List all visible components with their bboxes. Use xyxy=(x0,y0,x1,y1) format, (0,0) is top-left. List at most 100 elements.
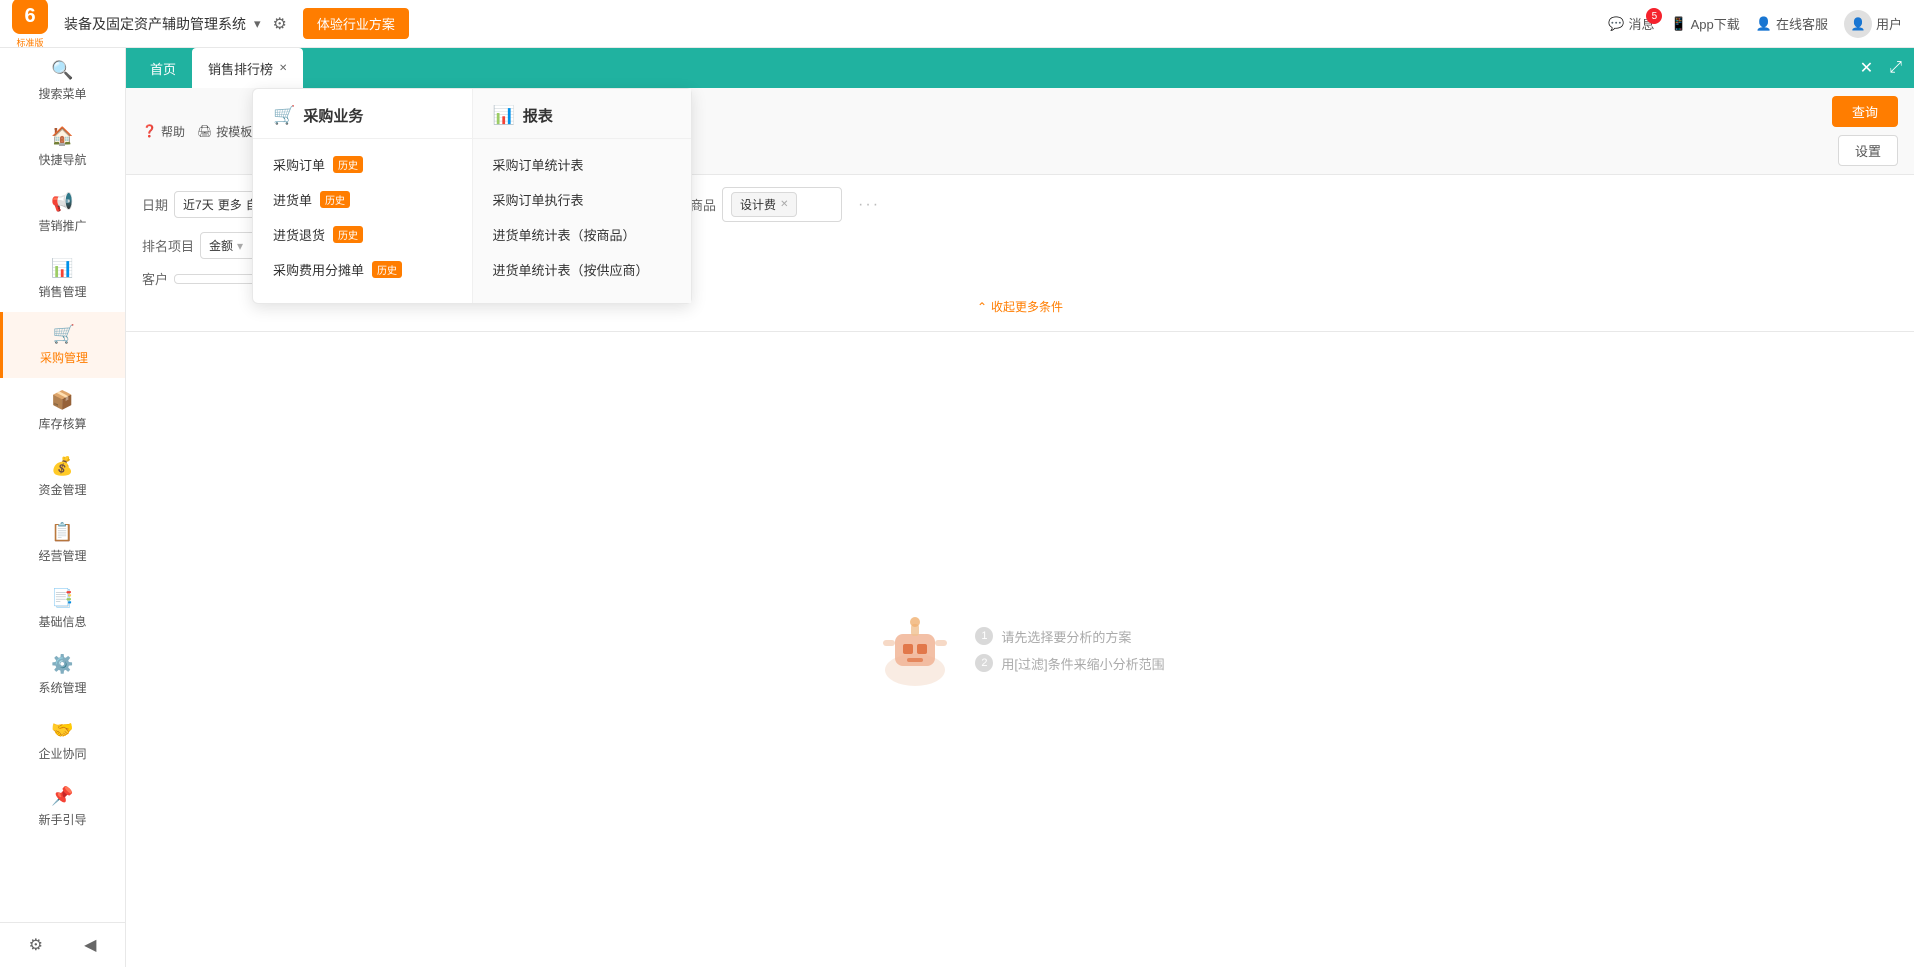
print-icon: 🖨 xyxy=(197,124,212,138)
tab-close-icon[interactable]: ✕ xyxy=(279,63,287,74)
report-col-header: 📊 报表 xyxy=(473,105,692,139)
hint-text-2: 用[过滤]条件来缩小分析范围 xyxy=(1001,654,1164,673)
main-content: 1 请先选择要分析的方案 2 用[过滤]条件来缩小分析范围 xyxy=(126,332,1914,967)
goods-tag-text: 设计费 xyxy=(740,196,776,213)
tab-home-label: 首页 xyxy=(150,59,176,78)
collapse-button[interactable]: ⌃ 收起更多条件 xyxy=(977,298,1063,315)
sidebar-label-operation: 经营管理 xyxy=(38,547,86,564)
top-right: 💬 消息 5 📱 App下载 👤 在线客服 👤 用户 xyxy=(1608,10,1902,38)
sidebar-settings-icon[interactable]: ⚙ xyxy=(29,935,43,955)
sidebar-item-sales[interactable]: 📊 销售管理 xyxy=(0,246,125,312)
settings-icon[interactable]: ⚙ xyxy=(273,14,287,34)
help-label: 帮助 xyxy=(161,123,185,140)
goods-tag: 设计费 ✕ xyxy=(731,192,797,217)
app-download-item[interactable]: 📱 App下载 xyxy=(1670,14,1739,33)
sidebar-item-operation[interactable]: 📋 经营管理 xyxy=(0,510,125,576)
sidebar-label-sales: 销售管理 xyxy=(38,283,86,300)
robot-svg xyxy=(875,610,955,690)
dropdown-item-purchase-order[interactable]: 采购订单 历史 xyxy=(253,147,472,182)
goods-input[interactable]: 设计费 ✕ xyxy=(722,187,842,222)
sidebar-item-search[interactable]: 🔍 搜索菜单 xyxy=(0,48,125,114)
sidebar-label-inventory: 库存核算 xyxy=(38,415,86,432)
tab-close-button[interactable]: ✕ xyxy=(1856,54,1877,82)
hint-num-2: 2 xyxy=(975,654,993,672)
logo-area: 6 标准版 xyxy=(12,0,48,49)
sidebar-item-purchase[interactable]: 🛒 采购管理 xyxy=(0,312,125,378)
tab-expand-button[interactable]: ⤢ xyxy=(1885,54,1906,82)
logo-icon: 6 xyxy=(12,0,48,34)
goods-label: 商品 xyxy=(690,195,716,214)
date-range-more[interactable]: 更多 xyxy=(218,196,242,213)
inventory-icon: 📦 xyxy=(51,390,73,411)
dropdown-item-delivery-by-goods[interactable]: 进货单统计表（按商品） xyxy=(473,217,692,252)
empty-robot-icon xyxy=(875,610,955,690)
purchase-dropdown-menu: 🛒 采购业务 采购订单 历史 进货单 历史 进货退货 历史 xyxy=(252,88,692,304)
date-label: 日期 xyxy=(142,195,168,214)
query-button[interactable]: 查询 xyxy=(1832,96,1898,127)
collab-icon: 🤝 xyxy=(51,720,73,741)
tab-bar-right: ✕ ⤢ xyxy=(1856,54,1906,82)
filter-more-dots-1[interactable]: ··· xyxy=(858,196,880,214)
tab-home[interactable]: 首页 xyxy=(134,48,192,88)
message-item[interactable]: 💬 消息 5 xyxy=(1608,14,1654,33)
sidebar-label-search: 搜索菜单 xyxy=(38,85,86,102)
dropdown-item-order-exec[interactable]: 采购订单执行表 xyxy=(473,182,692,217)
rank-caret-icon: ▾ xyxy=(237,239,243,253)
dropdown-item-return[interactable]: 进货退货 历史 xyxy=(253,217,472,252)
dropdown-item-delivery[interactable]: 进货单 历史 xyxy=(253,182,472,217)
set-button[interactable]: 设置 xyxy=(1838,135,1898,166)
item-label-return: 进货退货 xyxy=(273,225,325,244)
toolbar-right-group: 查询 设置 xyxy=(1832,96,1898,166)
main-area: 🔍 搜索菜单 🏠 快捷导航 📢 营销推广 📊 销售管理 🛒 采购管理 📦 xyxy=(0,48,1914,967)
dropdown-item-order-stats[interactable]: 采购订单统计表 xyxy=(473,147,692,182)
date-range-7days[interactable]: 近7天 xyxy=(183,196,214,213)
purchase-section-label: 采购业务 xyxy=(303,105,363,126)
collapse-label: 收起更多条件 xyxy=(991,298,1063,315)
system-dropdown-icon[interactable]: ▾ xyxy=(254,16,261,32)
system-icon: ⚙️ xyxy=(51,654,73,675)
industry-button[interactable]: 体验行业方案 xyxy=(303,8,409,39)
sidebar-item-system[interactable]: ⚙️ 系统管理 xyxy=(0,642,125,708)
help-icon: ❓ xyxy=(142,124,157,138)
item-label-purchase-order: 采购订单 xyxy=(273,155,325,174)
item-label-order-stats: 采购订单统计表 xyxy=(493,155,584,174)
search-icon: 🔍 xyxy=(51,60,73,81)
purchase-col-icon: 🛒 xyxy=(273,105,295,126)
system-name: 装备及固定资产辅助管理系统 xyxy=(64,14,246,34)
hint-num-1: 1 xyxy=(975,627,993,645)
online-service-label: 在线客服 xyxy=(1776,14,1828,33)
sidebar-label-guide: 新手引导 xyxy=(38,811,86,828)
sidebar-item-nav[interactable]: 🏠 快捷导航 xyxy=(0,114,125,180)
sidebar-item-marketing[interactable]: 📢 营销推广 xyxy=(0,180,125,246)
item-label-delivery: 进货单 xyxy=(273,190,312,209)
item-label-delivery-by-supplier: 进货单统计表（按供应商） xyxy=(493,260,649,279)
user-item[interactable]: 👤 用户 xyxy=(1844,10,1902,38)
report-section-label: 报表 xyxy=(523,105,553,126)
sidebar-item-collab[interactable]: 🤝 企业协同 xyxy=(0,708,125,774)
dropdown-item-expense[interactable]: 采购费用分摊单 历史 xyxy=(253,252,472,287)
dropdown-item-delivery-by-supplier[interactable]: 进货单统计表（按供应商） xyxy=(473,252,692,287)
sidebar-label-finance: 资金管理 xyxy=(38,481,86,498)
goods-tag-remove[interactable]: ✕ xyxy=(780,199,788,210)
report-col: 📊 报表 采购订单统计表 采购订单执行表 进货单统计表（按商品） 进货单统计表（… xyxy=(472,89,692,303)
guide-icon: 📌 xyxy=(51,786,73,807)
goods-filter: 商品 设计费 ✕ xyxy=(690,187,842,222)
history-badge-1: 历史 xyxy=(320,191,350,208)
rank-value: 金额 xyxy=(209,237,233,254)
phone-icon: 📱 xyxy=(1670,16,1686,32)
sidebar-label-nav: 快捷导航 xyxy=(38,151,86,168)
sidebar-label-purchase: 采购管理 xyxy=(40,349,88,366)
online-service-item[interactable]: 👤 在线客服 xyxy=(1756,14,1828,33)
operation-icon: 📋 xyxy=(51,522,73,543)
history-badge-2: 历史 xyxy=(333,226,363,243)
sidebar-item-basic[interactable]: 📑 基础信息 xyxy=(0,576,125,642)
tab-sales-rank[interactable]: 销售排行榜 ✕ xyxy=(192,48,303,88)
purchase-col-header: 🛒 采购业务 xyxy=(253,105,472,139)
basic-icon: 📑 xyxy=(51,588,73,609)
sales-icon: 📊 xyxy=(51,258,73,279)
sidebar-item-inventory[interactable]: 📦 库存核算 xyxy=(0,378,125,444)
sidebar-collapse-icon[interactable]: ◀ xyxy=(84,935,96,955)
help-button[interactable]: ❓ 帮助 xyxy=(142,123,185,140)
sidebar-item-guide[interactable]: 📌 新手引导 xyxy=(0,774,125,840)
sidebar-item-finance[interactable]: 💰 资金管理 xyxy=(0,444,125,510)
